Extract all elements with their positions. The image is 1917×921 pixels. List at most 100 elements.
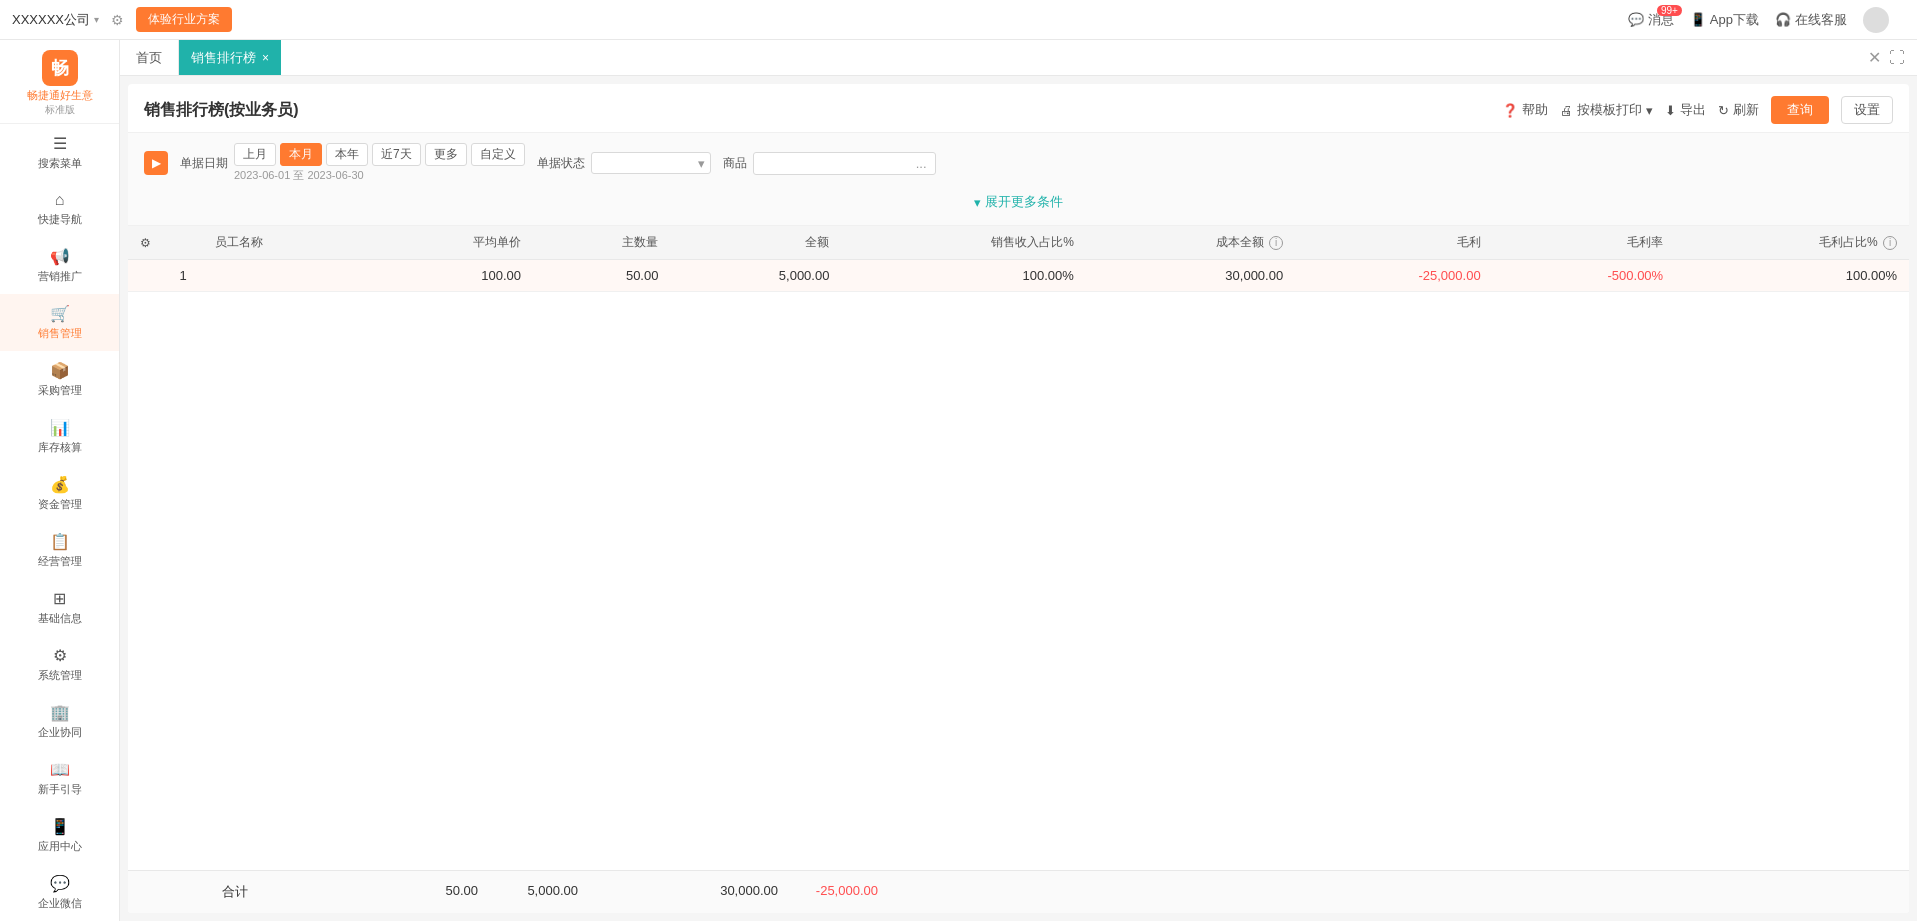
sidebar-item-enterprise[interactable]: 🏢 企业协同 [0,693,119,750]
cell-qty: 50.00 [533,260,670,292]
sidebar-item-finance[interactable]: 💰 资金管理 [0,465,119,522]
main-layout: 畅 畅捷通好生意 标准版 ☰ 搜索菜单 ⌂ 快捷导航 📢 营销推广 🛒 销售管理… [0,40,1917,921]
status-filter-label: 单据状态 [537,155,585,172]
online-service-button[interactable]: 🎧 在线客服 [1775,11,1847,29]
page-actions: ❓ 帮助 🖨 按模板打印 ▾ ⬇ 导出 ↻ 刷新 [1502,96,1893,124]
cell-gross-pct: 100.00% [1675,260,1909,292]
sidebar-item-wechat[interactable]: 💬 企业微信 [0,864,119,921]
sidebar-item-label: 搜索菜单 [38,156,82,171]
status-select[interactable] [591,152,711,174]
help-icon: ❓ [1502,103,1518,118]
filter-main-row: ▶ 单据日期 上月 本月 本年 近7天 更多 自定义 [144,143,1893,183]
logo-icon: 畅 [42,50,78,86]
table-footer: 合计 50.00 5,000.00 30,000.00 -25,000.00 [128,870,1909,913]
message-button[interactable]: 💬 消息 99+ [1628,11,1674,29]
print-icon: 🖨 [1560,103,1573,118]
footer-row: 合计 50.00 5,000.00 30,000.00 -25,000.00 [140,879,1897,905]
tab-home[interactable]: 首页 [120,40,179,75]
footer-avg-price [330,879,410,905]
col-gross: 毛利 [1295,226,1492,260]
sales-icon: 🛒 [50,304,70,323]
apps-icon: 📱 [50,817,70,836]
tab-close-window-icon[interactable]: ✕ [1868,48,1881,67]
sidebar-item-inventory[interactable]: 📊 库存核算 [0,408,119,465]
footer-label: 合计 [210,879,330,905]
company-name: XXXXXX公司 [12,11,90,29]
tab-fullscreen-icon[interactable]: ⛶ [1889,49,1905,67]
avatar[interactable] [1863,7,1889,33]
date-btn-custom[interactable]: 自定义 [471,143,525,166]
cell-name [203,260,368,292]
gross-pct-info-icon[interactable]: i [1883,236,1897,250]
enterprise-icon: 🏢 [50,703,70,722]
date-btn-last-month[interactable]: 上月 [234,143,276,166]
export-icon: ⬇ [1665,103,1676,118]
col-settings[interactable]: ⚙ [128,226,163,260]
sidebar-item-operations[interactable]: 📋 经营管理 [0,522,119,579]
filter-arrow-button[interactable]: ▶ [144,151,168,175]
help-button[interactable]: ❓ 帮助 [1502,101,1548,119]
trial-button[interactable]: 体验行业方案 [136,7,232,32]
company-selector[interactable]: XXXXXX公司 ▾ [12,11,99,29]
expand-conditions-button[interactable]: ▾ 展开更多条件 [974,189,1063,215]
message-icon: 💬 [1628,12,1644,27]
tab-label: 销售排行榜 [191,49,256,67]
logo-sub: 标准版 [45,103,75,117]
col-gross-rate: 毛利率 [1493,226,1676,260]
date-btn-this-month[interactable]: 本月 [280,143,322,166]
goods-input[interactable] [762,156,912,170]
footer-qty: 50.00 [410,879,490,905]
cell-amount: 5,000.00 [670,260,841,292]
sidebar-item-label: 资金管理 [38,497,82,512]
col-name: 员工名称 [203,226,368,260]
sidebar-item-system[interactable]: ⚙ 系统管理 [0,636,119,693]
sidebar-item-apps[interactable]: 📱 应用中心 [0,807,119,864]
refresh-icon: ↻ [1718,103,1729,118]
date-btn-7days[interactable]: 近7天 [372,143,421,166]
sidebar-item-basic[interactable]: ⊞ 基础信息 [0,579,119,636]
message-badge: 99+ [1657,5,1682,16]
date-btn-more[interactable]: 更多 [425,143,467,166]
table-row: 1 100.00 50.00 5,000.00 100.00% 30,000.0… [128,260,1909,292]
goods-dots-button[interactable]: ... [916,156,927,171]
refresh-button[interactable]: ↻ 刷新 [1718,101,1759,119]
logo-text: 畅捷通好生意 [27,88,93,103]
sidebar-item-label: 新手引导 [38,782,82,797]
footer-empty [140,879,210,905]
goods-input-wrapper: ... [753,152,936,175]
query-button[interactable]: 查询 [1771,96,1829,124]
date-range-text: 2023-06-01 至 2023-06-30 [234,168,525,183]
cost-info-icon[interactable]: i [1269,236,1283,250]
sidebar-item-nav[interactable]: ⌂ 快捷导航 [0,181,119,237]
table-header-row: ⚙ 员工名称 平均单价 主数量 全额 销售收入占比% 成本全额 i 毛利 毛利率… [128,226,1909,260]
content-area: 首页 销售排行榜 × ✕ ⛶ 销售排行榜(按业务员) ❓ 帮助 [120,40,1917,921]
print-button[interactable]: 🖨 按模板打印 ▾ [1560,101,1653,119]
date-filter-group: 单据日期 上月 本月 本年 近7天 更多 自定义 2023-06-01 至 20… [180,143,525,183]
sidebar: 畅 畅捷通好生意 标准版 ☰ 搜索菜单 ⌂ 快捷导航 📢 营销推广 🛒 销售管理… [0,40,120,921]
goods-filter-label: 商品 [723,155,747,172]
data-table: ⚙ 员工名称 平均单价 主数量 全额 销售收入占比% 成本全额 i 毛利 毛利率… [128,226,1909,292]
sidebar-item-label: 采购管理 [38,383,82,398]
top-bar: XXXXXX公司 ▾ ⚙ 体验行业方案 💬 消息 99+ 📱 App下载 🎧 在… [0,0,1917,40]
purchase-icon: 📦 [50,361,70,380]
cell-avg-price: 100.00 [368,260,533,292]
sidebar-item-label: 库存核算 [38,440,82,455]
sidebar-item-guide[interactable]: 📖 新手引导 [0,750,119,807]
settings-button[interactable]: 设置 [1841,96,1893,124]
app-download-button[interactable]: 📱 App下载 [1690,11,1759,29]
wechat-icon: 💬 [50,874,70,893]
tab-sales-ranking[interactable]: 销售排行榜 × [179,40,281,75]
col-gross-pct: 毛利占比% i [1675,226,1909,260]
sidebar-item-purchase[interactable]: 📦 采购管理 [0,351,119,408]
settings-icon[interactable]: ⚙ [111,12,124,28]
col-amount: 全额 [670,226,841,260]
sidebar-item-sales[interactable]: 🛒 销售管理 [0,294,119,351]
guide-icon: 📖 [50,760,70,779]
date-btn-this-year[interactable]: 本年 [326,143,368,166]
marketing-icon: 📢 [50,247,70,266]
tab-close-icon[interactable]: × [262,51,269,65]
sidebar-item-label: 应用中心 [38,839,82,854]
sidebar-item-marketing[interactable]: 📢 营销推广 [0,237,119,294]
sidebar-item-search[interactable]: ☰ 搜索菜单 [0,124,119,181]
export-button[interactable]: ⬇ 导出 [1665,101,1706,119]
